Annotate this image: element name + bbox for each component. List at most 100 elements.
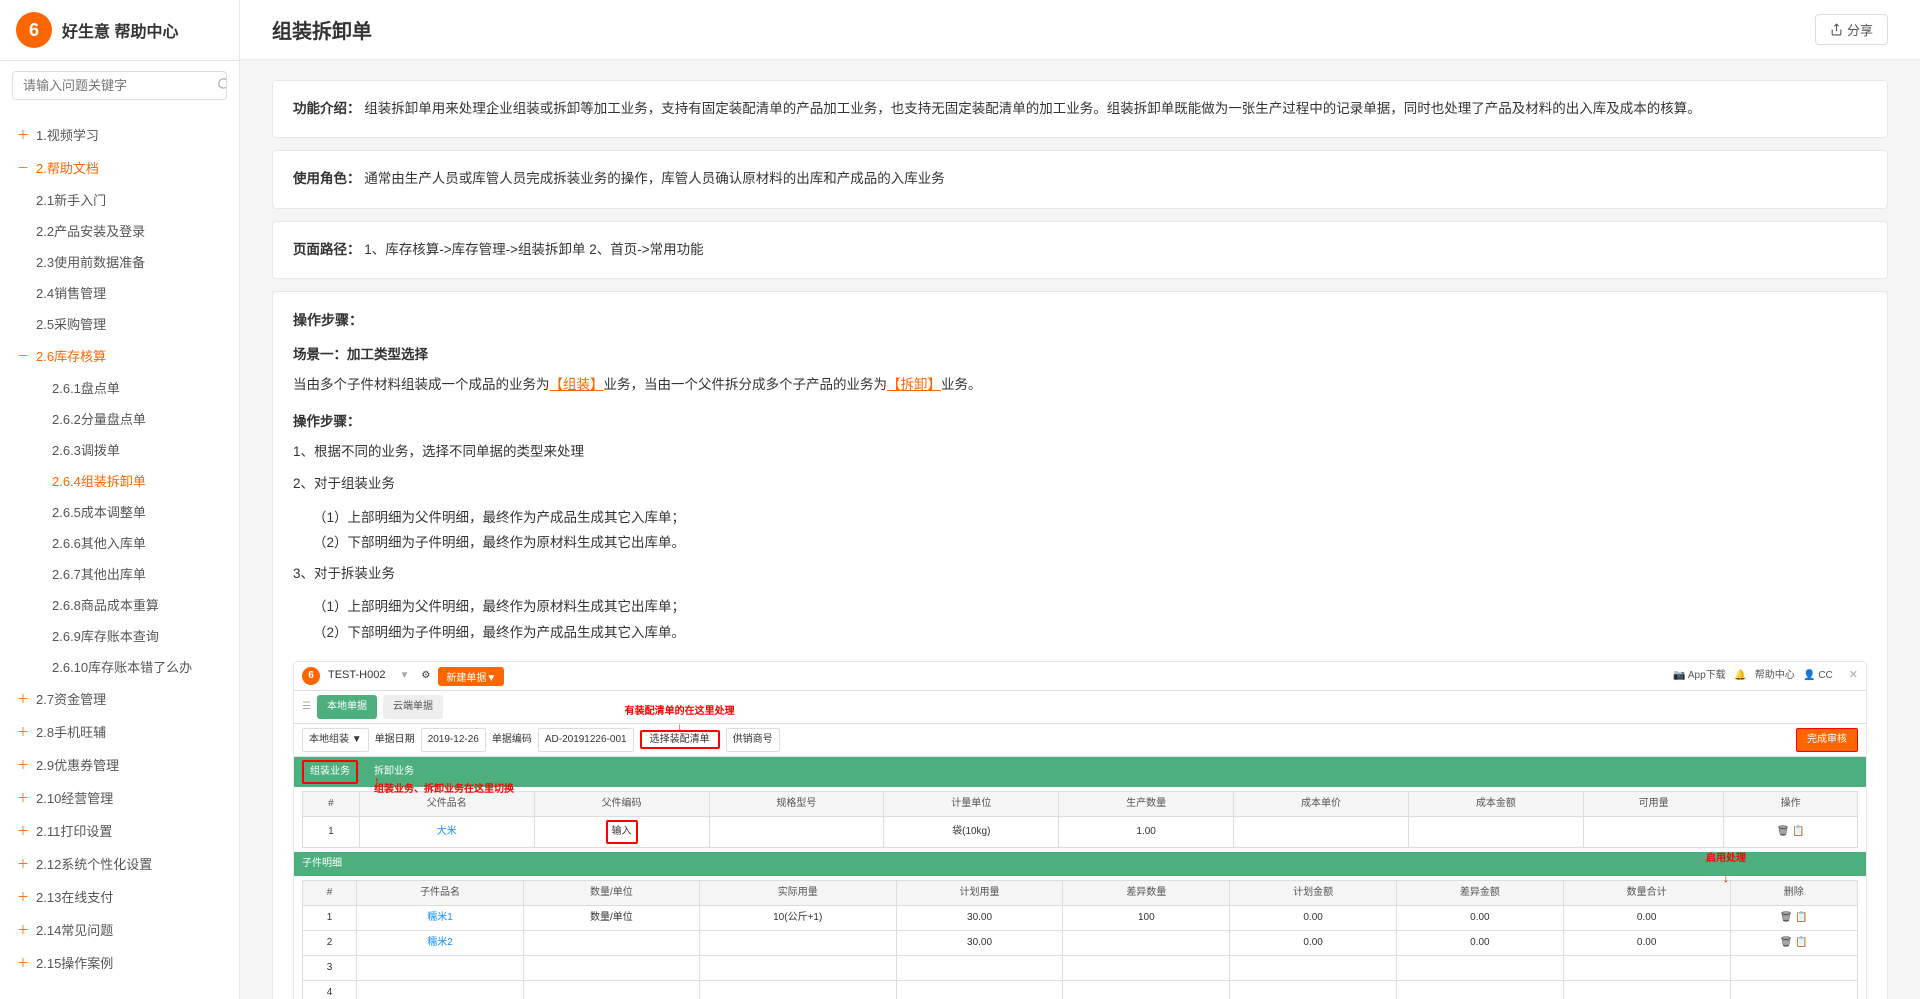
- sidebar-sub-label: 2.2产品安装及登录: [36, 221, 145, 240]
- step3-1: （1）上部明细为父件明细，最终作为原材料生成其它出库单；: [293, 594, 1867, 620]
- plus-icon: ＋: [16, 890, 30, 904]
- search-box[interactable]: [12, 71, 227, 100]
- sidebar-item-docs[interactable]: － 2.帮助文档: [0, 151, 239, 184]
- page-title: 组装拆卸单: [272, 15, 372, 44]
- plus-icon: ＋: [16, 725, 30, 739]
- sidebar-item-video[interactable]: ＋ 1.视频学习: [0, 118, 239, 151]
- mock-settings-icon: ⚙: [421, 667, 430, 685]
- sidebar-item-zijin[interactable]: ＋ 2.7资金管理: [0, 682, 239, 715]
- mock-date-field[interactable]: 2019-12-26: [421, 728, 486, 752]
- mock-table-bottom-wrapper: # 子件品名 数量/单位 实际用量 计划用量 差异数量 计划金额 差异金额 数量: [294, 876, 1866, 999]
- mock-select-wrapper: 选择装配清单 有装配清单的在这里处理 ↓: [640, 731, 720, 749]
- mock-confirm-btn[interactable]: 完成审核: [1796, 728, 1858, 752]
- annotation-select: 有装配清单的在这里处理 ↓: [625, 703, 735, 733]
- sidebar-sub-label: 2.4销售管理: [36, 283, 106, 302]
- sidebar-item-chengben[interactable]: 2.6.5成本调整单: [0, 496, 239, 527]
- col-qty: 生产数量: [1059, 792, 1234, 817]
- mock-chaixie-tab[interactable]: 拆卸业务: [374, 763, 414, 781]
- mock-bottom-section: 子件明细 启用处理 ↓ # 子件品名: [294, 852, 1866, 999]
- plus-icon: ＋: [16, 791, 30, 805]
- op-steps2-label: 操作步骤：: [293, 410, 1867, 434]
- mock-section-bottom-header: 子件明细: [294, 852, 1866, 876]
- mock-app: 6 TEST-H002 ▼ ⚙ 新建单据▼ 📷 App下载 🔔 帮助中心 👤 C…: [294, 662, 1866, 999]
- step2-text: 2、对于组装业务: [293, 472, 1867, 496]
- sidebar-item-qianqi[interactable]: 2.3使用前数据准备: [0, 246, 239, 277]
- sidebar-item-shouji[interactable]: ＋ 2.8手机旺辅: [0, 715, 239, 748]
- mock-section-wrapper: 组装业务 拆卸业务 组装业务、拆卸业务在这里切换 ↑: [294, 757, 1866, 787]
- mock-type-field[interactable]: 本地组装 ▼: [302, 728, 369, 752]
- sidebar-sub-label: 2.6.6其他入库单: [52, 533, 146, 552]
- mock-tab-cloud[interactable]: 云端单据: [383, 695, 443, 719]
- sidebar-item-qitaruku[interactable]: 2.6.6其他入库单: [0, 527, 239, 558]
- sidebar-sub-label: 2.6.8商品成本重算: [52, 595, 159, 614]
- sidebar-item-caozuo[interactable]: ＋ 2.15操作案例: [0, 946, 239, 979]
- sidebar-item-xinshourumen[interactable]: 2.1新手入门: [0, 184, 239, 215]
- sidebar-item-cuowu[interactable]: 2.6.10库存账本错了么办: [0, 651, 239, 682]
- mock-tab-local[interactable]: 本地单据: [317, 695, 377, 719]
- chaixie-link[interactable]: 【拆卸】: [887, 377, 941, 392]
- sidebar-item-qitachuku[interactable]: 2.6.7其他出库单: [0, 558, 239, 589]
- mock-form-row: 本地组装 ▼ 单据日期 2019-12-26 单据编码 AD-20191226-…: [294, 724, 1866, 757]
- mock-table-bottom: # 子件品名 数量/单位 实际用量 计划用量 差异数量 计划金额 差异金额 数量: [302, 880, 1858, 999]
- col-unit: 计量单位: [884, 792, 1059, 817]
- mock-zuzhuang-tab[interactable]: 组装业务: [302, 760, 358, 784]
- sidebar-item-pandian[interactable]: 2.6.1盘点单: [0, 372, 239, 403]
- sidebar-item-dayin[interactable]: ＋ 2.11打印设置: [0, 814, 239, 847]
- sidebar-item-youhui[interactable]: ＋ 2.9优惠券管理: [0, 748, 239, 781]
- sidebar-item-kucun[interactable]: － 2.6库存核算: [0, 339, 239, 372]
- mock-titlebar: 6 TEST-H002 ▼ ⚙ 新建单据▼ 📷 App下载 🔔 帮助中心 👤 C…: [294, 662, 1866, 691]
- plus-icon: ＋: [16, 923, 30, 937]
- sidebar-item-xiaoshou[interactable]: 2.4销售管理: [0, 277, 239, 308]
- mock-table-top: # 父件品名 父件编码 规格型号 计量单位 生产数量 成本单价 成本金额 可用量: [302, 791, 1858, 848]
- mock-close-icon[interactable]: ✕: [1849, 666, 1858, 686]
- step3-text: 3、对于拆装业务: [293, 562, 1867, 586]
- sidebar-item-xitong[interactable]: ＋ 2.12系统个性化设置: [0, 847, 239, 880]
- step2-1: （1）上部明细为父件明细，最终作为产成品生成其它入库单；: [293, 505, 1867, 531]
- sidebar-item-tiaocun[interactable]: 2.6.3调拨单: [0, 434, 239, 465]
- sub-col-qty-unit: 数量/单位: [523, 881, 699, 906]
- share-label: 分享: [1847, 20, 1873, 39]
- sub-col-diff-amt: 差异金额: [1396, 881, 1563, 906]
- mock-code-label: 单据编码: [492, 731, 532, 749]
- main-header: 组装拆卸单 分享: [240, 0, 1920, 60]
- search-input[interactable]: [13, 72, 209, 99]
- sidebar-item-jingying[interactable]: ＋ 2.10经营管理: [0, 781, 239, 814]
- plus-icon: ＋: [16, 824, 30, 838]
- col-cost-amt: 成本金额: [1408, 792, 1583, 817]
- sidebar-item-caigou[interactable]: 2.5采购管理: [0, 308, 239, 339]
- mock-logo: 6: [302, 667, 320, 685]
- sidebar-item-label: 1.视频学习: [36, 125, 99, 144]
- sidebar-item-shangpin[interactable]: 2.6.8商品成本重算: [0, 589, 239, 620]
- sidebar-sub-label: 2.6.2分量盘点单: [52, 409, 146, 428]
- sidebar-item-fenpandian[interactable]: 2.6.2分量盘点单: [0, 403, 239, 434]
- search-button[interactable]: [209, 72, 227, 99]
- arrow-up: ↑: [374, 771, 380, 793]
- zuzhuang-link[interactable]: 【组装】: [550, 377, 604, 392]
- sidebar-item-zaixian[interactable]: ＋ 2.13在线支付: [0, 880, 239, 913]
- mock-code-field[interactable]: AD-20191226-001: [538, 728, 634, 752]
- sidebar-item-changjian[interactable]: ＋ 2.14常见问题: [0, 913, 239, 946]
- sub-col-plan: 计划用量: [896, 881, 1063, 906]
- role-block: 使用角色： 通常由生产人员或库管人员完成拆装业务的操作，库管人员确认原材料的出库…: [272, 150, 1888, 208]
- sidebar-item-zuzhuang[interactable]: 2.6.4组装拆卸单: [0, 465, 239, 496]
- col-action: 操作: [1724, 792, 1858, 817]
- sidebar-item-chanpin[interactable]: 2.2产品安装及登录: [0, 215, 239, 246]
- sidebar-sub-label: 2.6.7其他出库单: [52, 564, 146, 583]
- nav-tree: ＋ 1.视频学习 － 2.帮助文档 2.1新手入门 2.2产品安装及登录 2.3…: [0, 110, 239, 987]
- share-button[interactable]: 分享: [1815, 14, 1888, 45]
- sub-col-diff: 差异数量: [1063, 881, 1230, 906]
- mock-new-btn[interactable]: 新建单据▼: [438, 667, 504, 686]
- table-row: 4: [303, 981, 1858, 999]
- sub-col-plan-amt: 计划金额: [1230, 881, 1397, 906]
- mock-nav-icon: ☰: [302, 698, 311, 716]
- sidebar-sub-label: 2.5采购管理: [36, 314, 106, 333]
- sub-col-actual: 实际用量: [699, 881, 896, 906]
- sidebar: 6 好生意 帮助中心 ＋ 1.视频学习 － 2.帮助文档 2.1新手入门 2.2…: [0, 0, 240, 999]
- mock-table-top-wrapper: # 父件品名 父件编码 规格型号 计量单位 生产数量 成本单价 成本金额 可用量: [294, 787, 1866, 852]
- sidebar-item-zhangben[interactable]: 2.6.9库存账本查询: [0, 620, 239, 651]
- op-steps-label: 操作步骤：: [293, 308, 1867, 333]
- sidebar-item-label: 2.6库存核算: [36, 346, 106, 365]
- col-spec: 规格型号: [709, 792, 884, 817]
- sidebar-item-label: 2.9优惠券管理: [36, 755, 119, 774]
- sidebar-item-label: 2.15操作案例: [36, 953, 113, 972]
